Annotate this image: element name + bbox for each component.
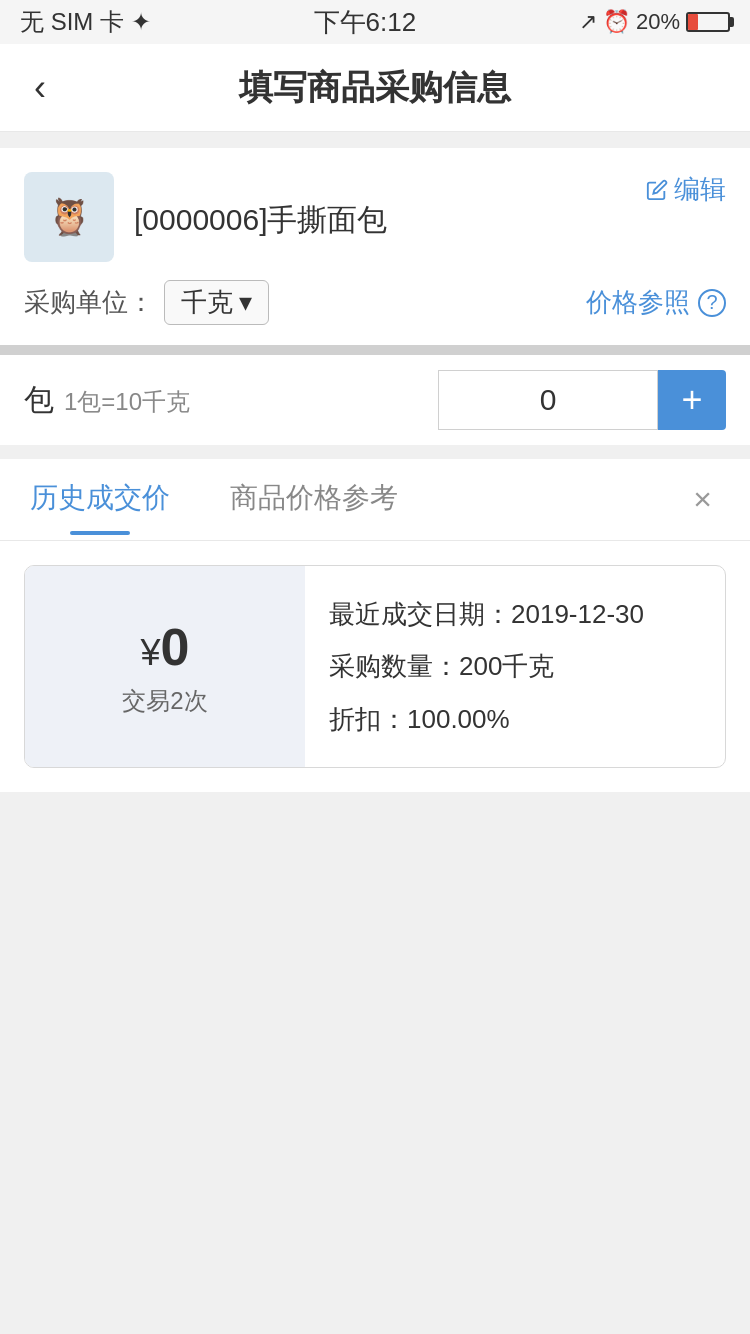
tabs-header: 历史成交价 商品价格参考 × bbox=[0, 459, 750, 541]
unit-label: 采购单位： bbox=[24, 285, 154, 320]
price-ref-button[interactable]: 价格参照 ? bbox=[586, 285, 726, 320]
product-logo-icon: 🦉 bbox=[47, 196, 92, 238]
discount-label: 折扣： bbox=[329, 704, 407, 734]
trade-count: 交易2次 bbox=[122, 685, 207, 717]
discount-row: 折扣：100.00% bbox=[329, 701, 701, 737]
battery-icon bbox=[686, 12, 730, 32]
status-time: 下午6:12 bbox=[314, 5, 417, 40]
back-button[interactable]: ‹ bbox=[24, 57, 56, 119]
unit-sub: 1包=10千克 bbox=[64, 386, 190, 418]
page-background bbox=[0, 792, 750, 1334]
recent-date-row: 最近成交日期：2019-12-30 bbox=[329, 596, 701, 632]
tab-history-label: 历史成交价 bbox=[30, 479, 170, 517]
sim-text: 无 SIM 卡 ✦ bbox=[20, 6, 151, 38]
history-card: ¥0 交易2次 最近成交日期：2019-12-30 采购数量：200千克 折扣：… bbox=[24, 565, 726, 768]
edit-icon bbox=[646, 179, 668, 201]
tab-price-ref-label: 商品价格参考 bbox=[230, 479, 398, 517]
edit-button[interactable]: 编辑 bbox=[646, 172, 726, 207]
unit-main: 包 bbox=[24, 380, 54, 421]
card-left-price: ¥0 交易2次 bbox=[25, 566, 305, 767]
qty-row: 采购数量：200千克 bbox=[329, 648, 701, 684]
location-icon: ↗ bbox=[579, 9, 597, 35]
divider-bar bbox=[0, 345, 750, 355]
recent-date-label: 最近成交日期： bbox=[329, 599, 511, 629]
tab-history-price[interactable]: 历史成交价 bbox=[30, 479, 170, 521]
card-right-details: 最近成交日期：2019-12-30 采购数量：200千克 折扣：100.00% bbox=[305, 566, 725, 767]
tabs-section: 历史成交价 商品价格参考 × ¥0 交易2次 最近成交日期：2019-12-30 bbox=[0, 459, 750, 792]
discount-value: 100.00% bbox=[407, 704, 510, 734]
quantity-row: 包 1包=10千克 0 + bbox=[0, 355, 750, 445]
product-thumbnail: 🦉 bbox=[24, 172, 114, 262]
unit-section: 采购单位： 千克 ▾ bbox=[24, 280, 269, 325]
status-bar: 无 SIM 卡 ✦ 下午6:12 ↗ ⏰ 20% bbox=[0, 0, 750, 44]
help-icon: ? bbox=[698, 289, 726, 317]
tab-active-indicator bbox=[70, 531, 130, 535]
battery-percent: 20% bbox=[636, 9, 680, 35]
tabs-list: 历史成交价 商品价格参考 bbox=[30, 479, 398, 521]
product-left: 🦉 [0000006]手撕面包 bbox=[24, 172, 387, 262]
quantity-input[interactable]: 0 bbox=[438, 370, 658, 430]
dropdown-arrow-icon: ▾ bbox=[239, 287, 252, 318]
price-display: ¥0 bbox=[141, 617, 190, 677]
product-top: 🦉 [0000006]手撕面包 编辑 bbox=[24, 172, 726, 262]
qty-value: 200千克 bbox=[459, 651, 554, 681]
price-value: 0 bbox=[161, 618, 190, 676]
tab-product-price-ref[interactable]: 商品价格参考 bbox=[230, 479, 398, 521]
unit-label-section: 包 1包=10千克 bbox=[24, 380, 190, 421]
qty-label: 采购数量： bbox=[329, 651, 459, 681]
unit-value: 千克 bbox=[181, 285, 233, 320]
page-title: 填写商品采购信息 bbox=[239, 65, 511, 111]
unit-dropdown[interactable]: 千克 ▾ bbox=[164, 280, 269, 325]
product-name: [0000006]手撕面包 bbox=[134, 200, 387, 241]
tab-close-button[interactable]: × bbox=[685, 473, 720, 526]
currency-symbol: ¥ bbox=[141, 632, 161, 673]
alarm-icon: ⏰ bbox=[603, 9, 630, 35]
quantity-control: 0 + bbox=[438, 370, 726, 430]
status-right: ↗ ⏰ 20% bbox=[579, 9, 730, 35]
edit-label: 编辑 bbox=[674, 172, 726, 207]
status-left: 无 SIM 卡 ✦ bbox=[20, 6, 151, 38]
history-content: ¥0 交易2次 最近成交日期：2019-12-30 采购数量：200千克 折扣：… bbox=[0, 541, 750, 792]
recent-date-value: 2019-12-30 bbox=[511, 599, 644, 629]
product-bottom: 采购单位： 千克 ▾ 价格参照 ? bbox=[24, 280, 726, 325]
price-ref-label: 价格参照 bbox=[586, 285, 690, 320]
header: ‹ 填写商品采购信息 bbox=[0, 44, 750, 132]
quantity-plus-button[interactable]: + bbox=[658, 370, 726, 430]
product-card: 🦉 [0000006]手撕面包 编辑 采购单位： 千克 ▾ 价格参照 ? bbox=[0, 148, 750, 345]
